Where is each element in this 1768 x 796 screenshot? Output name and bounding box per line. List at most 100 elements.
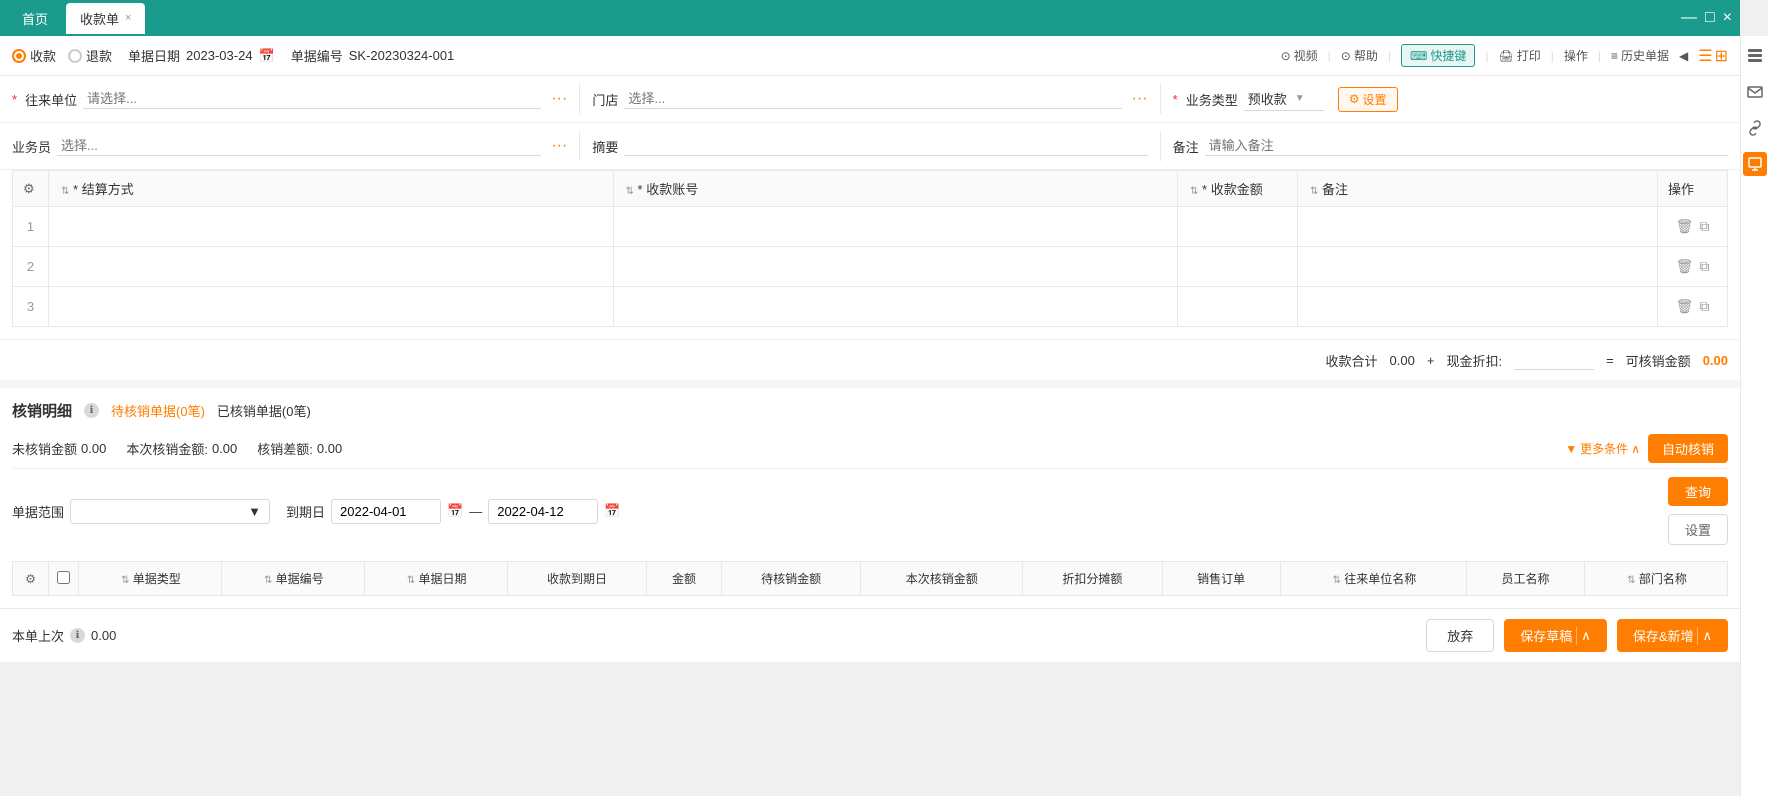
abandon-button[interactable]: 放弃	[1426, 619, 1494, 652]
store-dots-icon[interactable]: ···	[1132, 90, 1148, 108]
row-num-3: 3	[13, 287, 49, 327]
operation-btn[interactable]: 操作	[1564, 47, 1588, 64]
table-section: ⚙ ⇅ * 结算方式 ⇅ * 收款账号 ⇅ * 收款金额	[0, 170, 1740, 339]
row3-settlement[interactable]	[49, 287, 614, 327]
partner-dots-icon[interactable]: ···	[551, 90, 567, 108]
row3-remark[interactable]	[1298, 287, 1658, 327]
row2-delete-icon[interactable]: 🗑	[1676, 258, 1694, 275]
grid-view-icon[interactable]: ⊞	[1715, 46, 1728, 66]
settings-button[interactable]: ⚙ 设置	[1338, 87, 1398, 112]
sidebar-table-icon[interactable]	[1743, 44, 1767, 68]
toolbar: 收款 退款 单据日期 2023-03-24 📅 单据编号 SK-20230324…	[0, 36, 1740, 76]
row1-amount[interactable]	[1178, 207, 1298, 247]
sidebar-screenshot-icon[interactable]	[1743, 152, 1767, 176]
sidebar-email-icon[interactable]	[1743, 80, 1767, 104]
row3-copy-icon[interactable]: ⧉	[1699, 298, 1709, 315]
summary-row: 收款合计 0.00 + 现金折扣: = 可核销金额 0.00	[0, 339, 1740, 380]
row1-remark[interactable]	[1298, 207, 1658, 247]
row2-copy-icon[interactable]: ⧉	[1699, 258, 1709, 275]
auto-verify-button[interactable]: 自动核销	[1648, 434, 1728, 463]
row1-account[interactable]	[613, 207, 1178, 247]
store-input[interactable]	[624, 89, 1121, 109]
field-divider1	[579, 84, 580, 114]
prev-info-icon[interactable]: ℹ	[70, 628, 85, 643]
store-label: 门店	[592, 90, 618, 109]
query-button[interactable]: 查询	[1668, 477, 1728, 506]
more-conditions-btn[interactable]: ▼ 更多条件 ∧	[1565, 440, 1640, 457]
calendar-icon[interactable]: 📅	[259, 48, 275, 64]
completed-tab[interactable]: 已核销单据(0笔)	[217, 401, 311, 420]
lower-col-gear[interactable]: ⚙	[13, 562, 49, 596]
minimize-icon[interactable]: —	[1681, 9, 1697, 27]
maximize-icon[interactable]: □	[1705, 9, 1715, 27]
col-gear-header[interactable]: ⚙	[13, 171, 49, 207]
store-field: 门店 ···	[592, 89, 1147, 109]
row3-account[interactable]	[613, 287, 1178, 327]
lower-col-type: ⇅ 单据类型	[79, 562, 222, 596]
pending-tab[interactable]: 待核销单据(0笔)	[111, 401, 205, 420]
shortcut-btn[interactable]: ⌨ 快捷键	[1401, 44, 1475, 67]
row3-delete-icon[interactable]: 🗑	[1676, 298, 1694, 315]
video-btn[interactable]: ⊙ 视频	[1281, 47, 1318, 64]
biz-select[interactable]: 预收款 ▼	[1244, 87, 1324, 111]
radio-refund[interactable]: 退款	[68, 46, 112, 65]
row2-remark[interactable]	[1298, 247, 1658, 287]
verify-stats: 未核销金额 0.00 本次核销金额: 0.00 核销差额: 0.00	[12, 433, 342, 464]
date-from-input[interactable]	[331, 499, 441, 524]
date-label: 单据日期	[128, 46, 180, 65]
available-value: 0.00	[1703, 353, 1728, 368]
save-new-button[interactable]: 保存&新增 ∧	[1617, 619, 1728, 652]
lower-gear-icon[interactable]: ⚙	[25, 572, 36, 586]
sidebar-link-icon[interactable]	[1743, 116, 1767, 140]
total-label: 收款合计	[1326, 351, 1378, 370]
partner-input[interactable]	[83, 89, 541, 109]
save-draft-button[interactable]: 保存草稿 ∧	[1504, 619, 1607, 652]
row1-copy-icon[interactable]: ⧉	[1699, 218, 1709, 235]
summary-input[interactable]	[624, 136, 1147, 156]
filter-range-chevron-icon: ▼	[248, 504, 261, 519]
lower-col-checkbox[interactable]	[49, 562, 79, 596]
radio-receipt[interactable]: 收款	[12, 46, 56, 65]
lower-col-number: ⇅ 单据编号	[221, 562, 364, 596]
print-icon: 🖨	[1498, 49, 1513, 63]
settlement-header-label: *	[73, 182, 82, 197]
settings-button2[interactable]: 设置	[1668, 514, 1728, 545]
close-window-icon[interactable]: ×	[1723, 9, 1732, 27]
sort-icon-dept: ⇅	[1627, 575, 1635, 586]
staff-dots-icon[interactable]: ···	[551, 137, 567, 155]
row2-settlement[interactable]	[49, 247, 614, 287]
table-gear-icon[interactable]: ⚙	[23, 181, 35, 196]
filter-range-select[interactable]: ▼	[70, 499, 270, 524]
date-calendar2-icon[interactable]: 📅	[604, 503, 620, 519]
row3-amount[interactable]	[1178, 287, 1298, 327]
select-all-checkbox[interactable]	[57, 571, 70, 584]
filter-icon: ▼	[1565, 442, 1577, 456]
right-sidebar	[1740, 36, 1768, 796]
tab-close-icon[interactable]: ×	[125, 12, 131, 24]
help-btn[interactable]: ⊙ 帮助	[1341, 47, 1378, 64]
discount-input[interactable]	[1514, 350, 1594, 370]
current-label: 本次核销金额:	[126, 439, 208, 458]
date-to-input[interactable]	[488, 499, 598, 524]
section-divider	[0, 380, 1740, 388]
row1-settlement[interactable]	[49, 207, 614, 247]
print-btn[interactable]: 🖨 打印	[1498, 47, 1540, 64]
remark-input[interactable]	[1205, 136, 1728, 156]
btn-divider1	[1576, 627, 1577, 645]
divider4: |	[1551, 49, 1554, 63]
filter-row: 单据范围 ▼ 到期日 📅 — 📅 查询 设置	[12, 468, 1728, 553]
tab-home[interactable]: 首页	[8, 3, 62, 34]
info-icon[interactable]: ℹ	[84, 403, 99, 418]
row2-account[interactable]	[613, 247, 1178, 287]
list-view-icon[interactable]: ☰	[1698, 46, 1712, 66]
table-row: 3 🗑 ⧉	[13, 287, 1728, 327]
date-calendar1-icon[interactable]: 📅	[447, 503, 463, 519]
staff-input[interactable]	[57, 136, 541, 156]
row1-delete-icon[interactable]: 🗑	[1676, 218, 1694, 235]
tab-receipt[interactable]: 收款单 ×	[66, 3, 145, 34]
nav-prev-icon[interactable]: ◀	[1679, 49, 1688, 63]
history-btn[interactable]: ≡ 历史单据	[1611, 47, 1669, 64]
lower-col-amount: 金额	[647, 562, 721, 596]
col-amount-header: ⇅ * 收款金额	[1178, 171, 1298, 207]
row2-amount[interactable]	[1178, 247, 1298, 287]
